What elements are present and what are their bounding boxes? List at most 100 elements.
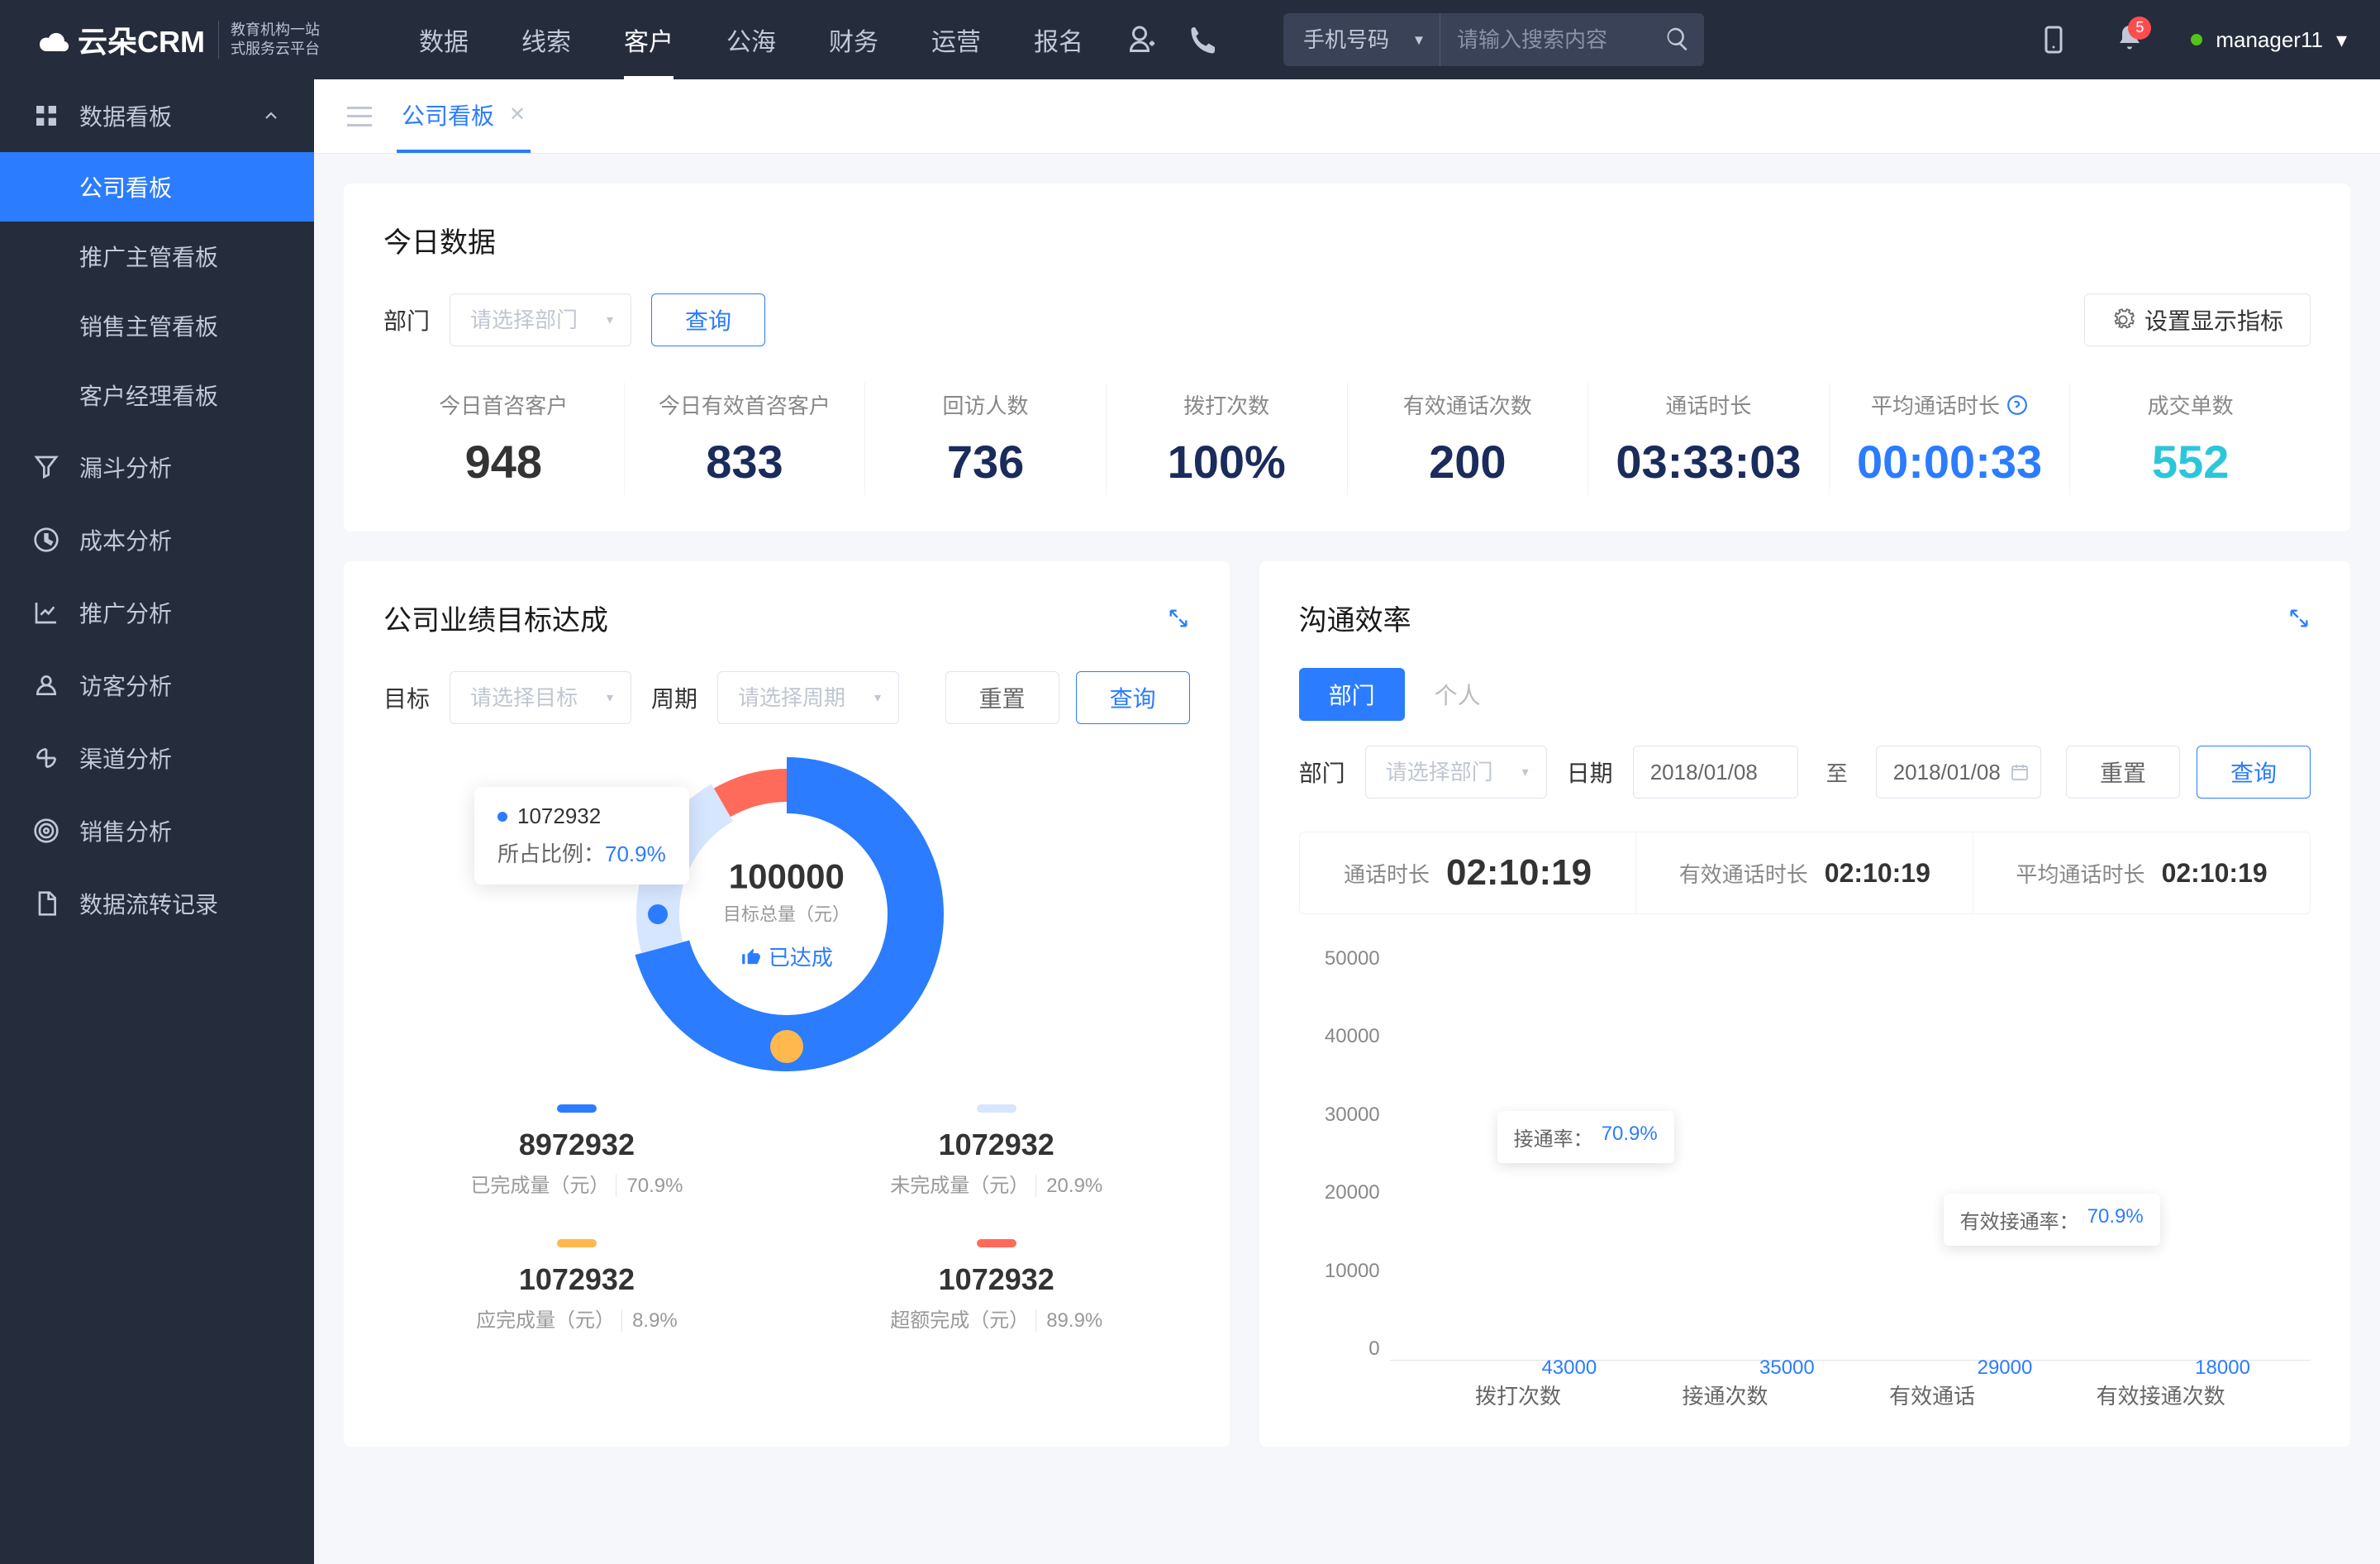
stat-3: 拨打次数100%	[1107, 383, 1348, 495]
comm-dept-label: 部门	[1299, 756, 1345, 789]
header-right: 5 manager11 ▾	[2039, 23, 2347, 57]
visitor-icon	[33, 672, 60, 699]
logo-block: 云朵CRM 教育机构一站 式服务云平台	[33, 18, 320, 61]
today-data-card: 今日数据 部门 请选择部门 查询 设置显示指标 今日首咨客户948今日有效首咨客…	[344, 184, 2350, 532]
sidebar: 数据看板 公司看板推广主管看板销售主管看板客户经理看板 漏斗分析成本分析推广分析…	[0, 79, 314, 1564]
metric-2: 平均通话时长02:10:19	[1973, 832, 2310, 913]
target-select[interactable]: 请选择目标	[450, 671, 631, 724]
search-type-select[interactable]: 手机号码	[1283, 13, 1440, 66]
bar-chart: 50000400003000020000100000 4300035000290…	[1299, 947, 2311, 1410]
tab-company-dashboard[interactable]: 公司看板 ✕	[397, 79, 531, 153]
period-select[interactable]: 请选择周期	[717, 671, 899, 724]
nav-tab-4[interactable]: 财务	[829, 0, 878, 79]
annotation-connect-rate: 接通率：70.9%	[1497, 1111, 1674, 1163]
chart-icon	[33, 599, 60, 626]
today-title: 今日数据	[383, 220, 496, 260]
sidebar-link-2[interactable]: 推广分析	[0, 576, 314, 649]
sidebar-link-5[interactable]: 销售分析	[0, 794, 314, 867]
query-button[interactable]: 查询	[651, 293, 765, 346]
comm-title: 沟通效率	[1299, 598, 1411, 638]
page-tabs: 公司看板 ✕	[314, 79, 2380, 154]
communication-card: 沟通效率 部门个人 部门 请选择部门 日期 至 重置 查询	[1259, 561, 2350, 1447]
main-content: 公司看板 ✕ 今日数据 部门 请选择部门 查询 设置显示指标	[314, 79, 2380, 1564]
metric-0: 通话时长02:10:19	[1300, 832, 1637, 913]
sidebar-link-0[interactable]: 漏斗分析	[0, 431, 314, 503]
sidebar-item-1[interactable]: 推广主管看板	[0, 222, 314, 291]
search-icon	[1664, 26, 1691, 52]
legend-item-1: 1072932未完成量（元）20.9%	[803, 1104, 1190, 1198]
legend-item-3: 1072932超额完成（元）89.9%	[803, 1239, 1190, 1333]
legend-item-2: 1072932应完成量（元）8.9%	[383, 1239, 770, 1333]
date-from-input[interactable]	[1633, 746, 1798, 799]
nav-tab-5[interactable]: 运营	[931, 0, 981, 79]
sidebar-item-2[interactable]: 销售主管看板	[0, 291, 314, 360]
phone-icon[interactable]	[1188, 25, 1217, 55]
nav-tab-1[interactable]: 线索	[521, 0, 571, 79]
chevron-down-icon: ▾	[2336, 27, 2347, 53]
period-label: 周期	[651, 681, 697, 714]
user-menu[interactable]: manager11 ▾	[2191, 27, 2347, 53]
username: manager11	[2216, 27, 2323, 53]
comm-dept-select[interactable]: 请选择部门	[1365, 746, 1547, 799]
date-label: 日期	[1567, 756, 1613, 789]
dashboard-icon	[33, 103, 60, 129]
status-dot-icon	[2191, 34, 2202, 45]
doc-icon	[33, 890, 60, 917]
help-icon	[2006, 394, 2028, 416]
sidebar-item-3[interactable]: 客户经理看板	[0, 360, 314, 430]
goal-query-button[interactable]: 查询	[1076, 671, 1190, 724]
donut-tooltip: 1072932 所占比例：70.9%	[474, 787, 689, 885]
target-icon	[33, 818, 60, 844]
target-label: 目标	[383, 681, 430, 714]
sidebar-link-1[interactable]: 成本分析	[0, 503, 314, 576]
sidebar-link-6[interactable]: 数据流转记录	[0, 867, 314, 940]
mobile-icon[interactable]	[2039, 25, 2068, 55]
stat-5: 通话时长03:33:03	[1588, 383, 1830, 495]
notifications-button[interactable]: 5	[2115, 23, 2144, 57]
search-button[interactable]	[1664, 26, 1691, 55]
comm-query-button[interactable]: 查询	[2197, 746, 2311, 799]
clock-icon	[33, 527, 60, 553]
hamburger-icon[interactable]	[347, 107, 372, 126]
nav-tab-3[interactable]: 公海	[726, 0, 776, 79]
funnel-icon	[33, 454, 60, 480]
reset-button[interactable]: 重置	[945, 671, 1059, 724]
top-header: 云朵CRM 教育机构一站 式服务云平台 数据线索客户公海财务运营报名 手机号码 …	[0, 0, 2380, 79]
calendar-icon	[2010, 762, 2030, 782]
chevron-up-icon	[261, 106, 281, 126]
sidebar-link-4[interactable]: 渠道分析	[0, 722, 314, 794]
nav-tab-0[interactable]: 数据	[419, 0, 469, 79]
sidebar-header-dashboard[interactable]: 数据看板	[0, 79, 314, 152]
annotation-effective-rate: 有效接通率：70.9%	[1944, 1194, 2160, 1246]
stat-2: 回访人数736	[865, 383, 1107, 495]
close-icon[interactable]: ✕	[509, 103, 526, 126]
logo: 云朵CRM	[33, 18, 205, 61]
stat-7: 成交单数552	[2070, 383, 2311, 495]
nav-tab-2[interactable]: 客户	[624, 0, 674, 79]
sidebar-link-3[interactable]: 访客分析	[0, 649, 314, 722]
add-user-icon[interactable]	[1125, 25, 1154, 55]
stat-0: 今日首咨客户948	[383, 383, 625, 495]
goal-title: 公司业绩目标达成	[383, 598, 608, 638]
sidebar-item-0[interactable]: 公司看板	[0, 152, 314, 222]
dept-label: 部门	[383, 303, 430, 336]
sidebar-group-dashboard: 数据看板 公司看板推广主管看板销售主管看板客户经理看板	[0, 79, 314, 431]
cloud-icon	[33, 25, 73, 55]
nav-icon-group	[1125, 25, 1217, 55]
top-nav: 数据线索客户公海财务运营报名	[419, 0, 1083, 79]
seg-tab-1[interactable]: 个人	[1405, 668, 1511, 721]
expand-icon[interactable]	[1167, 607, 1190, 630]
stat-1: 今日有效首咨客户833	[625, 383, 866, 495]
dept-select[interactable]: 请选择部门	[450, 293, 631, 346]
metric-1: 有效通话时长02:10:19	[1636, 832, 1973, 913]
nav-tab-6[interactable]: 报名	[1034, 0, 1083, 79]
search-area: 手机号码	[1283, 13, 1691, 66]
donut-center: 100000 目标总量（元） 已达成	[723, 857, 850, 972]
seg-tab-0[interactable]: 部门	[1299, 668, 1405, 721]
expand-icon[interactable]	[2287, 607, 2311, 630]
stat-6: 平均通话时长00:00:33	[1830, 383, 2071, 495]
comm-reset-button[interactable]: 重置	[2066, 746, 2180, 799]
legend-item-0: 8972932已完成量（元）70.9%	[383, 1104, 770, 1198]
thumb-up-icon	[740, 946, 762, 967]
settings-indicators-button[interactable]: 设置显示指标	[2084, 293, 2311, 346]
